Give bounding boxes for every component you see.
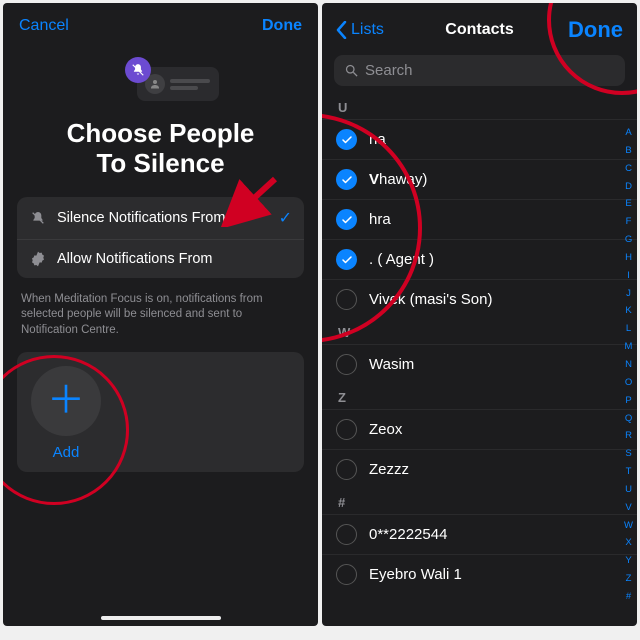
search-icon bbox=[344, 63, 359, 78]
contact-name: hra bbox=[369, 211, 391, 228]
contact-row[interactable]: hra bbox=[322, 199, 637, 239]
left-nav-bar: Cancel Done bbox=[3, 3, 318, 41]
alpha-index-letter[interactable]: T bbox=[626, 466, 632, 477]
alpha-index-letter[interactable]: I bbox=[627, 270, 630, 281]
alpha-index[interactable]: ABCDEFGHIJKLMNOPQRSTUVWXYZ # bbox=[622, 123, 635, 606]
alpha-index-letter[interactable]: L bbox=[626, 323, 631, 334]
contact-name: 0**2222544 bbox=[369, 526, 447, 543]
unselected-radio-icon bbox=[336, 419, 357, 440]
contact-row[interactable]: . ( Agent ) bbox=[322, 239, 637, 279]
alpha-index-letter[interactable]: R bbox=[625, 430, 632, 441]
unselected-radio-icon bbox=[336, 564, 357, 585]
options-footnote: When Meditation Focus is on, notificatio… bbox=[3, 284, 318, 339]
alpha-index-letter[interactable]: P bbox=[625, 395, 631, 406]
contact-row[interactable]: Zezzz bbox=[322, 449, 637, 489]
alpha-index-letter[interactable]: U bbox=[625, 484, 632, 495]
done-button[interactable]: Done bbox=[262, 17, 302, 35]
alpha-index-letter[interactable]: H bbox=[625, 252, 632, 263]
contact-name: ha bbox=[369, 131, 386, 148]
search-placeholder: Search bbox=[365, 62, 413, 79]
people-card: ＋ Add bbox=[17, 352, 304, 472]
alpha-index-letter[interactable]: Z bbox=[626, 573, 632, 584]
search-field[interactable]: Search bbox=[334, 55, 625, 86]
contact-name: Wasim bbox=[369, 356, 414, 373]
alpha-index-letter[interactable]: # bbox=[626, 591, 631, 602]
alpha-index-letter[interactable]: X bbox=[625, 537, 631, 548]
unselected-radio-icon bbox=[336, 524, 357, 545]
right-nav-bar: Lists Contacts Done bbox=[322, 3, 637, 49]
alpha-index-letter[interactable]: B bbox=[625, 145, 631, 156]
alpha-index-letter[interactable]: J bbox=[626, 288, 631, 299]
contact-row[interactable]: 0**2222544 bbox=[322, 514, 637, 554]
option-allow[interactable]: Allow Notifications From bbox=[17, 239, 304, 278]
contact-name: . ( Agent ) bbox=[369, 251, 434, 268]
section-header: W bbox=[322, 319, 637, 344]
options-group: Silence Notifications From ✓ Allow Notif… bbox=[17, 197, 304, 278]
alpha-index-letter[interactable]: V bbox=[625, 502, 631, 513]
chevron-left-icon bbox=[336, 21, 347, 39]
unselected-radio-icon bbox=[336, 459, 357, 480]
option-allow-label: Allow Notifications From bbox=[57, 251, 292, 267]
contact-row[interactable]: Vhaway) bbox=[322, 159, 637, 199]
selected-checkmark-icon bbox=[336, 169, 357, 190]
selected-checkmark-icon bbox=[336, 249, 357, 270]
right-screen: Lists Contacts Done Search Uha Vhaway) hra… bbox=[322, 3, 637, 626]
cancel-button[interactable]: Cancel bbox=[19, 17, 69, 35]
option-silence[interactable]: Silence Notifications From ✓ bbox=[17, 197, 304, 239]
contact-name: Eyebro Wali 1 bbox=[369, 566, 462, 583]
home-indicator bbox=[101, 616, 221, 620]
contact-row[interactable]: ha bbox=[322, 119, 637, 159]
alpha-index-letter[interactable]: Q bbox=[625, 413, 632, 424]
unselected-radio-icon bbox=[336, 354, 357, 375]
add-person-button[interactable]: ＋ Add bbox=[31, 366, 101, 461]
section-header: U bbox=[322, 94, 637, 119]
contact-row[interactable]: Eyebro Wali 1 bbox=[322, 554, 637, 594]
bell-slash-icon bbox=[125, 57, 151, 83]
hero-section: Choose PeopleTo Silence bbox=[3, 53, 318, 179]
unselected-radio-icon bbox=[336, 289, 357, 310]
contact-row[interactable]: Wasim bbox=[322, 344, 637, 384]
alpha-index-letter[interactable]: Y bbox=[625, 555, 631, 566]
plus-icon: ＋ bbox=[47, 382, 85, 420]
alpha-index-letter[interactable]: E bbox=[625, 198, 631, 209]
alpha-index-letter[interactable]: A bbox=[625, 127, 631, 138]
alpha-index-letter[interactable]: D bbox=[625, 181, 632, 192]
alpha-index-letter[interactable]: O bbox=[625, 377, 632, 388]
contact-row[interactable]: Vivek (masi's Son) bbox=[322, 279, 637, 319]
done-button[interactable]: Done bbox=[568, 17, 623, 43]
contact-row[interactable]: Zeox bbox=[322, 409, 637, 449]
selected-checkmark-icon bbox=[336, 209, 357, 230]
alpha-index-letter[interactable]: W bbox=[624, 520, 633, 531]
bell-slash-icon bbox=[29, 210, 47, 226]
alpha-index-letter[interactable]: S bbox=[625, 448, 631, 459]
alpha-index-letter[interactable]: F bbox=[626, 216, 632, 227]
option-silence-label: Silence Notifications From bbox=[57, 210, 269, 226]
add-label: Add bbox=[53, 444, 80, 461]
contact-name: Zezzz bbox=[369, 461, 409, 478]
contact-name: Zeox bbox=[369, 421, 402, 438]
page-title: Choose PeopleTo Silence bbox=[47, 119, 275, 179]
contact-name: Vivek (masi's Son) bbox=[369, 291, 492, 308]
left-screen: Cancel Done Choose PeopleTo Silence Sile… bbox=[3, 3, 318, 626]
alpha-index-letter[interactable]: G bbox=[625, 234, 632, 245]
alpha-index-letter[interactable]: N bbox=[625, 359, 632, 370]
hero-illustration bbox=[101, 53, 221, 109]
section-header: Z bbox=[322, 384, 637, 409]
alpha-index-letter[interactable]: K bbox=[625, 305, 631, 316]
checkmark-seal-icon bbox=[29, 251, 47, 267]
section-header: # bbox=[322, 489, 637, 514]
alpha-index-letter[interactable]: M bbox=[625, 341, 633, 352]
contact-name: Vhaway) bbox=[369, 171, 427, 188]
contacts-list[interactable]: Uha Vhaway) hra . ( Agent ) Vivek (masi's So… bbox=[322, 94, 637, 594]
checkmark-icon: ✓ bbox=[279, 208, 292, 228]
selected-checkmark-icon bbox=[336, 129, 357, 150]
back-button[interactable]: Lists bbox=[336, 21, 384, 39]
alpha-index-letter[interactable]: C bbox=[625, 163, 632, 174]
